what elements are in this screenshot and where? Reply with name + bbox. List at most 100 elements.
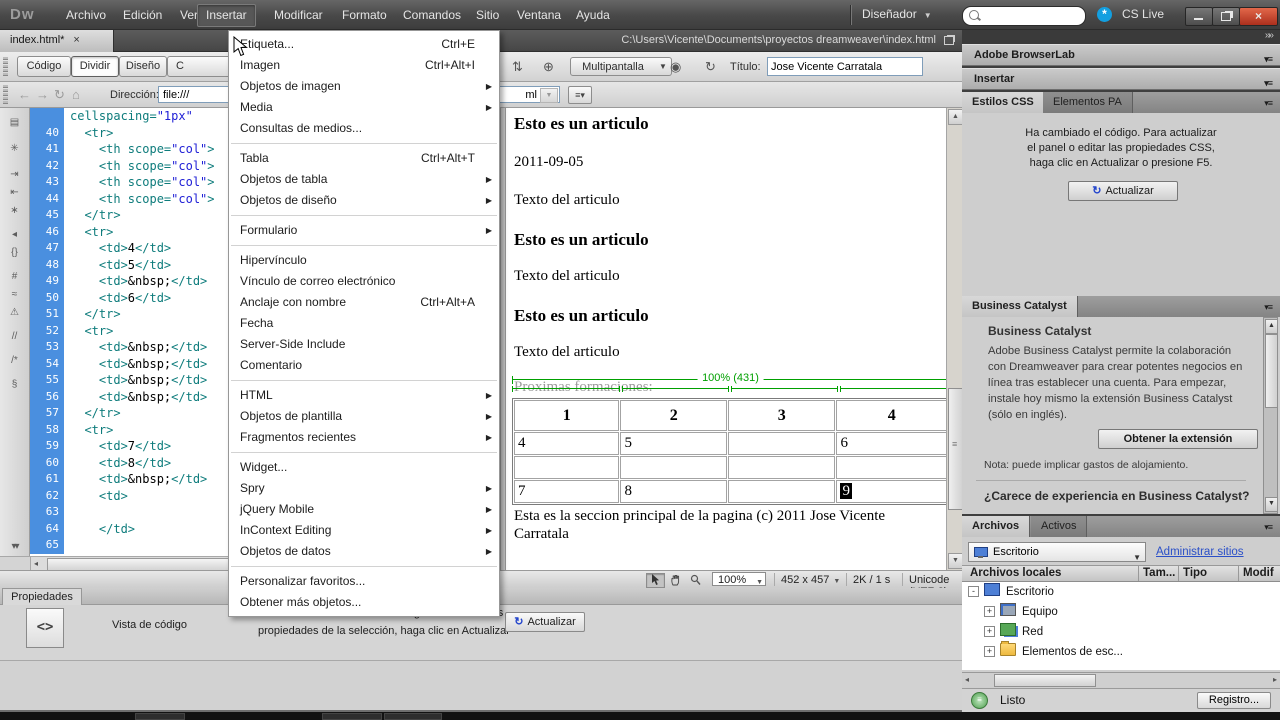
- close-button[interactable]: ×: [1239, 7, 1278, 26]
- expand-icon[interactable]: +: [984, 606, 995, 617]
- refresh-css-button[interactable]: ↻ Actualizar: [1068, 181, 1178, 201]
- menu-item-formulario[interactable]: Formulario ▶: [229, 220, 499, 241]
- collapse-panels-icon[interactable]: »»: [1265, 30, 1274, 41]
- table-cell[interactable]: 7: [514, 480, 620, 503]
- apply-comment-icon[interactable]: //: [4, 328, 25, 345]
- tab-elementos-pa[interactable]: Elementos PA: [1043, 92, 1133, 113]
- selected-cell-text[interactable]: 9: [840, 483, 852, 499]
- expand-icon[interactable]: +: [984, 646, 995, 657]
- expand-all-icon[interactable]: ∗: [4, 202, 25, 219]
- tree-item-escritorio[interactable]: - Escritorio: [962, 582, 1280, 602]
- business-catalyst-question[interactable]: ¿Carece de experiencia en Business Catal…: [984, 489, 1249, 503]
- files-horizontal-scrollbar[interactable]: ◂ ▸: [962, 672, 1280, 687]
- menu-item-objetos-de-plantilla[interactable]: Objetos de plantilla ▶: [229, 406, 499, 427]
- table-cell[interactable]: 8: [620, 480, 727, 503]
- tab-close-icon[interactable]: ×: [73, 34, 79, 46]
- menu-item-consultas-de-medios[interactable]: Consultas de medios...: [229, 118, 499, 139]
- document-title-input[interactable]: [767, 57, 923, 76]
- tab-activos[interactable]: Activos: [1031, 516, 1088, 537]
- article-heading[interactable]: Esto es un articulo: [514, 306, 649, 326]
- scrollbar-thumb[interactable]: [994, 674, 1096, 687]
- open-documents-icon[interactable]: ▤: [4, 114, 25, 131]
- menu-item-objetos-de-tabla[interactable]: Objetos de tabla ▶: [229, 169, 499, 190]
- zoom-level-select[interactable]: 100% ▼: [712, 572, 766, 586]
- table-cell[interactable]: 6: [836, 432, 946, 455]
- workspace-switcher[interactable]: Diseñador ▼: [862, 4, 932, 25]
- column-width-line[interactable]: [512, 386, 620, 393]
- balance-braces-icon[interactable]: {}: [4, 244, 25, 261]
- restore-button[interactable]: [1212, 7, 1240, 26]
- scroll-left-icon[interactable]: ◂: [965, 675, 969, 684]
- restore-document-icon[interactable]: [944, 36, 954, 45]
- refresh-properties-button[interactable]: ↻ Actualizar: [505, 612, 585, 632]
- cs-live-label[interactable]: CS Live: [1122, 7, 1164, 21]
- panel-menu-icon[interactable]: ▾≡: [1264, 73, 1273, 93]
- manage-sites-link[interactable]: Administrar sitios: [1156, 546, 1244, 558]
- menu-item-objetos-de-imagen[interactable]: Objetos de imagen ▶: [229, 76, 499, 97]
- menubar-item-edici-n[interactable]: Edición: [114, 4, 171, 27]
- tree-item-elementos-de-esc[interactable]: + Elementos de esc...: [962, 641, 1280, 662]
- code-navigator-icon[interactable]: ✳: [4, 140, 25, 157]
- column-width-line[interactable]: [731, 386, 838, 393]
- menu-item-personalizar-favoritos[interactable]: Personalizar favoritos...: [229, 571, 499, 592]
- article-body[interactable]: Texto del articulo: [514, 192, 620, 209]
- menu-item-etiqueta[interactable]: Etiqueta... Ctrl+E: [229, 34, 499, 55]
- remove-comment-icon[interactable]: /*: [4, 352, 25, 369]
- design-vertical-scrollbar[interactable]: ▲ ▼: [946, 108, 963, 570]
- menu-item-server-side-include[interactable]: Server-Side Include: [229, 334, 499, 355]
- hand-tool-icon[interactable]: [666, 573, 685, 588]
- split-view-button[interactable]: Dividir: [71, 56, 119, 77]
- panel-menu-icon[interactable]: ▾≡: [1264, 522, 1273, 533]
- menu-item-comentario[interactable]: Comentario: [229, 355, 499, 376]
- menubar-item-sitio[interactable]: Sitio: [467, 4, 508, 27]
- column-archivos-locales[interactable]: Archivos locales: [970, 566, 1061, 581]
- menu-item-tabla[interactable]: Tabla Ctrl+Alt+T: [229, 148, 499, 169]
- collapse-selection-icon[interactable]: ⇤: [4, 184, 25, 201]
- panel-menu-icon[interactable]: ▾≡: [1264, 98, 1273, 109]
- article-heading[interactable]: Esto es un articulo: [514, 114, 649, 134]
- site-dropdown[interactable]: Escritorio ▼: [968, 542, 1146, 562]
- window-size-select[interactable]: 452 x 457 ▼: [781, 574, 840, 586]
- properties-tab[interactable]: Propiedades: [2, 588, 82, 605]
- search-input[interactable]: [983, 8, 1082, 24]
- menubar-item-comandos[interactable]: Comandos: [394, 4, 470, 27]
- menubar-item-formato[interactable]: Formato: [333, 4, 396, 27]
- zoom-tool-icon[interactable]: [686, 573, 705, 588]
- menu-item-anclaje-con-nombre[interactable]: Anclaje con nombre Ctrl+Alt+A: [229, 292, 499, 313]
- tree-item-red[interactable]: + Red: [962, 622, 1280, 642]
- menu-item-html[interactable]: HTML ▶: [229, 385, 499, 406]
- table-cell[interactable]: 4: [514, 432, 620, 455]
- scroll-left-icon[interactable]: ◂: [34, 559, 38, 568]
- syntax-error-alerts-icon[interactable]: ⚠: [4, 304, 25, 321]
- minimize-button[interactable]: [1185, 7, 1213, 26]
- menu-item-imagen[interactable]: Imagen Ctrl+Alt+I: [229, 55, 499, 76]
- table-width-overlay[interactable]: 100% (431): [512, 372, 946, 398]
- column-width-line[interactable]: [622, 386, 729, 393]
- footer-text[interactable]: Esta es la seccion principal de la pagin…: [514, 508, 885, 525]
- menu-item-objetos-de-datos[interactable]: Objetos de datos ▶: [229, 541, 499, 562]
- taskbar-item[interactable]: [135, 713, 185, 720]
- panel-vertical-scrollbar[interactable]: ▲ ▼: [1263, 317, 1278, 514]
- menubar-item-ayuda[interactable]: Ayuda: [567, 4, 619, 27]
- table-header-cell[interactable]: 3: [727, 400, 836, 431]
- scrollbar-thumb[interactable]: [948, 388, 963, 510]
- line-numbers-icon[interactable]: #: [4, 268, 25, 285]
- menubar-item-modificar[interactable]: Modificar: [265, 4, 332, 27]
- tab-business-catalyst[interactable]: Business Catalyst: [962, 296, 1078, 317]
- tab-archivos[interactable]: Archivos: [962, 516, 1031, 537]
- scroll-up-icon[interactable]: ▲: [1265, 319, 1278, 334]
- menu-item-jquery-mobile[interactable]: jQuery Mobile ▶: [229, 499, 499, 520]
- design-view[interactable]: Esto es un articulo 2011-09-05 Texto del…: [506, 108, 946, 570]
- menu-item-widget[interactable]: Widget...: [229, 457, 499, 478]
- footer-text[interactable]: Carratala: [514, 526, 569, 543]
- content-table[interactable]: 1 2 3 4 4 5 6 7 8 9: [512, 398, 946, 505]
- column-modif[interactable]: Modif: [1243, 566, 1274, 581]
- panel-menu-icon[interactable]: ▾≡: [1264, 49, 1273, 69]
- panel-menu-icon[interactable]: ▾≡: [1264, 302, 1273, 313]
- file-management-icon[interactable]: ⇅: [512, 59, 523, 75]
- menubar-item-ventana[interactable]: Ventana: [508, 4, 570, 27]
- menu-item-obtener-m-s-objetos[interactable]: Obtener más objetos...: [229, 592, 499, 613]
- code-view-button[interactable]: Código: [17, 56, 71, 77]
- collapse-full-tag-icon[interactable]: ⇥: [4, 166, 25, 183]
- menu-item-fecha[interactable]: Fecha: [229, 313, 499, 334]
